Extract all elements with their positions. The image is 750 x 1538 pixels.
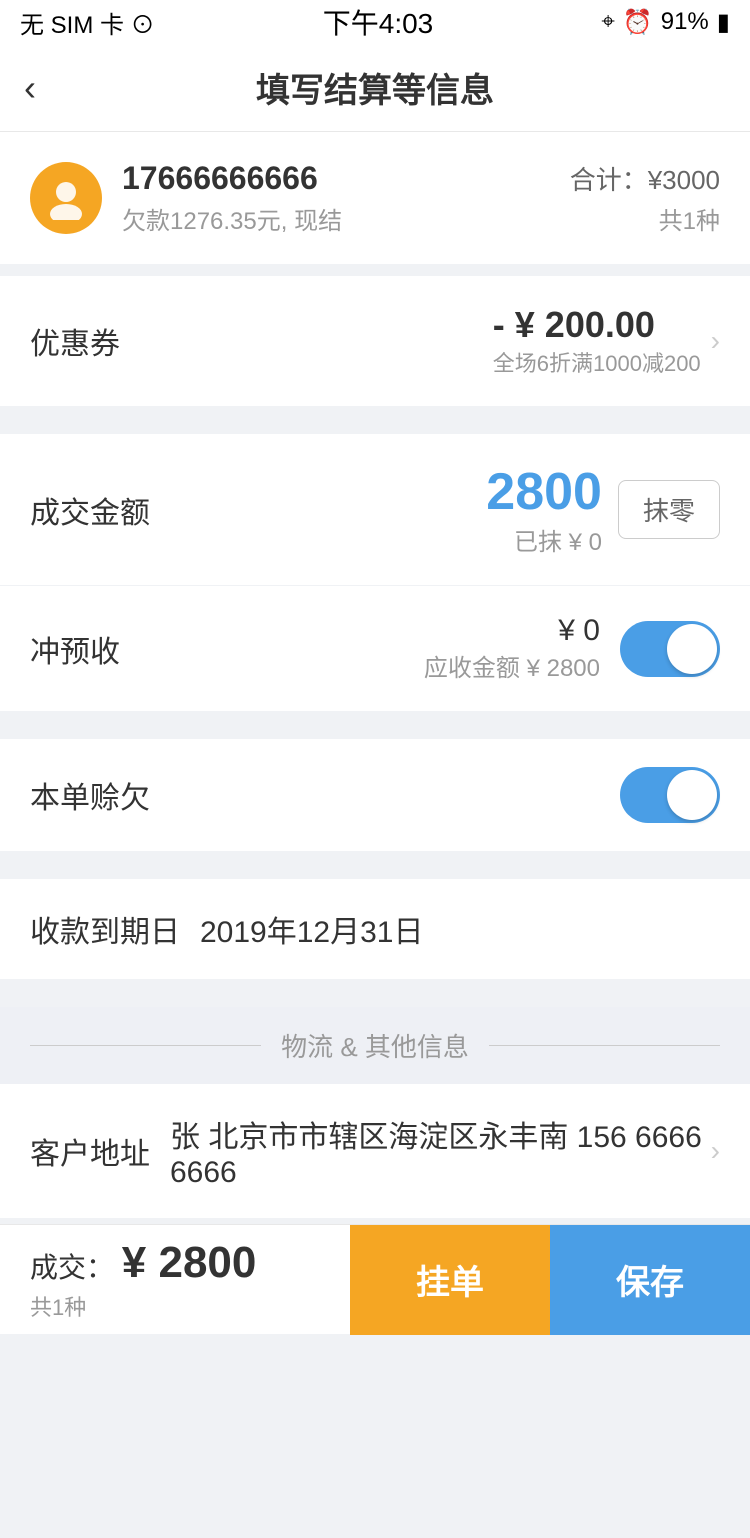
status-bar: 无 SIM 卡 ⊙ 下午4:03 ⌖ ⏰ 91% ▮: [0, 0, 750, 44]
debt-toggle[interactable]: [620, 767, 720, 823]
status-right: ⌖ ⏰ 91% ▮: [601, 8, 730, 37]
page-title: 填写结算等信息: [256, 63, 494, 112]
divider-text: 物流 & 其他信息: [281, 1027, 469, 1064]
status-left: 无 SIM 卡 ⊙: [20, 5, 155, 40]
section-gap-3: [0, 863, 750, 879]
coupon-label: 优惠券: [30, 319, 120, 363]
bottom-bar: 成交： ¥ 2800 共1种 挂单 保存: [0, 1224, 750, 1334]
debt-label: 本单赊欠: [30, 773, 150, 817]
divider-line-left: [30, 1045, 261, 1046]
deal-amount-row: 成交金额 2800 已抹 ¥ 0 抹零: [0, 434, 750, 586]
total-count: 共1种: [570, 201, 720, 236]
form-section: 成交金额 2800 已抹 ¥ 0 抹零 冲预收 ¥ 0 应收金额 ¥ 2800: [0, 434, 750, 711]
customer-left: 17666666666 欠款1276.35元, 现结: [30, 160, 342, 236]
pre-collect-row: 冲预收 ¥ 0 应收金额 ¥ 2800: [0, 586, 750, 711]
deal-amount-value: 2800: [486, 462, 602, 522]
customer-phone: 17666666666: [122, 160, 342, 197]
pre-collect-right: ¥ 0 应收金额 ¥ 2800: [424, 614, 720, 683]
customer-right: 合计：¥3000 共1种: [570, 160, 720, 236]
deal-amount-label: 成交金额: [30, 488, 150, 532]
section-gap-4: [0, 991, 750, 1007]
coupon-row[interactable]: 优惠券 - ¥ 200.00 全场6折满1000减200 ›: [0, 276, 750, 406]
section-divider: 物流 & 其他信息: [0, 1007, 750, 1084]
bottom-summary: 成交： ¥ 2800 共1种: [0, 1238, 350, 1322]
pre-collect-label: 冲预收: [30, 627, 120, 671]
avatar: [30, 162, 102, 234]
bottom-deal-label: 成交：: [30, 1252, 114, 1283]
location-icon: ⌖: [601, 8, 615, 36]
battery-level: 91%: [661, 8, 709, 36]
customer-sub: 欠款1276.35元, 现结: [122, 201, 342, 236]
address-row[interactable]: 客户地址 张 北京市市辖区海淀区永丰南 156 6666 6666 ›: [0, 1084, 750, 1218]
due-date-row: 收款到期日 2019年12月31日: [0, 879, 750, 979]
customer-info: 17666666666 欠款1276.35元, 现结: [122, 160, 342, 236]
toggle-thumb-1: [667, 624, 717, 674]
clock-icon: ⏰: [623, 8, 653, 37]
coupon-amount: - ¥ 200.00: [493, 304, 701, 346]
status-time: 下午4:03: [323, 2, 434, 42]
back-button[interactable]: ‹: [24, 67, 36, 109]
due-date-value: 2019年12月31日: [200, 907, 423, 951]
coupon-right: - ¥ 200.00 全场6折满1000减200 ›: [493, 304, 720, 378]
toggle-thumb-2: [667, 770, 717, 820]
due-date-label: 收款到期日: [30, 907, 180, 951]
section-gap-2: [0, 723, 750, 739]
debt-row: 本单赊欠: [0, 739, 750, 851]
deal-amount-right: 2800 已抹 ¥ 0 抹零: [486, 462, 720, 557]
nav-bar: ‹ 填写结算等信息: [0, 44, 750, 132]
divider-line-right: [489, 1045, 720, 1046]
address-value: 张 北京市市辖区海淀区永丰南 156 6666 6666: [170, 1112, 711, 1190]
customer-card: 17666666666 欠款1276.35元, 现结 合计：¥3000 共1种: [0, 132, 750, 264]
chevron-right-icon: ›: [711, 325, 720, 357]
sim-status: 无 SIM 卡 ⊙: [20, 5, 155, 40]
section-gap-1: [0, 418, 750, 434]
bottom-deal-count: 共1种: [30, 1290, 320, 1322]
coupon-desc: 全场6折满1000减200: [493, 346, 701, 378]
bottom-deal-amount: ¥ 2800: [122, 1238, 257, 1287]
save-button[interactable]: 保存: [550, 1225, 750, 1335]
total-label: 合计：¥3000: [570, 160, 720, 197]
address-chevron-icon: ›: [711, 1135, 720, 1167]
pre-text-block: ¥ 0 应收金额 ¥ 2800: [424, 614, 600, 683]
pre-sub: 应收金额 ¥ 2800: [424, 648, 600, 683]
deal-amount-sub: 已抹 ¥ 0: [486, 522, 602, 557]
address-label: 客户地址: [30, 1129, 150, 1173]
hang-button[interactable]: 挂单: [350, 1225, 550, 1335]
battery-icon: ▮: [717, 8, 730, 37]
bottom-deal-line: 成交： ¥ 2800: [30, 1238, 320, 1288]
avatar-icon: [44, 176, 88, 220]
round-zero-button[interactable]: 抹零: [618, 480, 720, 539]
pre-amount: ¥ 0: [424, 614, 600, 648]
pre-collect-toggle[interactable]: [620, 621, 720, 677]
